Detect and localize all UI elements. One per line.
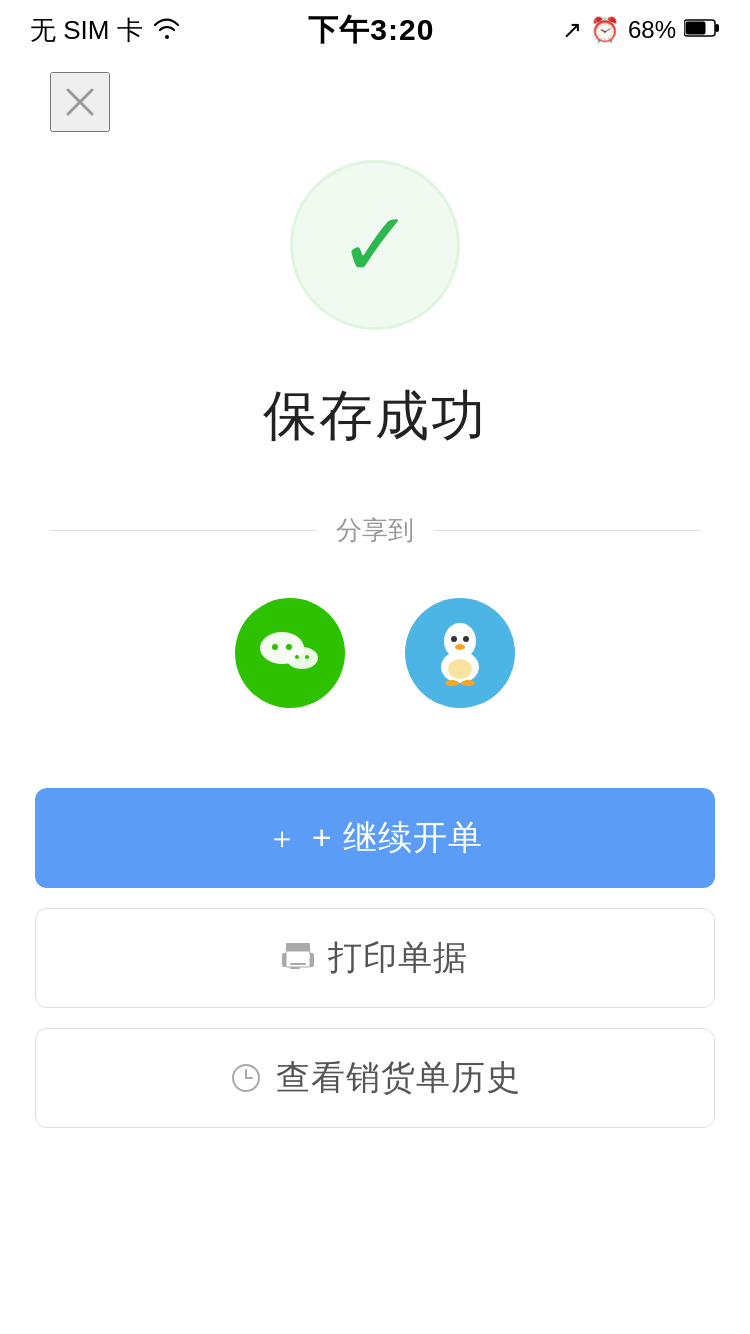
svg-rect-24: [306, 955, 310, 958]
svg-rect-22: [290, 963, 306, 965]
svg-point-9: [295, 655, 299, 659]
svg-rect-2: [715, 24, 719, 32]
battery-text: 68%: [628, 16, 676, 44]
wechat-share-button[interactable]: [235, 598, 345, 708]
close-button[interactable]: [50, 72, 110, 132]
plus-icon: ＋: [267, 818, 298, 859]
battery-icon: [684, 16, 720, 44]
share-label: 分享到: [336, 513, 414, 548]
svg-point-13: [451, 636, 457, 642]
svg-point-15: [455, 644, 465, 650]
no-sim-text: 无 SIM 卡: [30, 13, 143, 48]
alarm-icon: ⏰: [590, 16, 620, 44]
print-label: 打印单据: [328, 935, 468, 981]
history-label: 查看销货单历史: [276, 1055, 521, 1101]
svg-point-14: [463, 636, 469, 642]
qq-share-button[interactable]: [405, 598, 515, 708]
share-icons: [235, 598, 515, 708]
wifi-icon: [153, 15, 181, 46]
divider-right: [434, 530, 700, 531]
svg-point-18: [461, 680, 475, 686]
svg-point-17: [445, 680, 459, 686]
history-icon: [230, 1062, 262, 1094]
success-title: 保存成功: [263, 380, 487, 453]
action-buttons: ＋ + 继续开单 打印单据: [35, 788, 715, 1128]
divider-left: [50, 530, 316, 531]
svg-point-7: [272, 644, 278, 650]
history-button[interactable]: 查看销货单历史: [35, 1028, 715, 1128]
svg-rect-1: [685, 22, 705, 35]
success-circle: ✓: [290, 160, 460, 330]
checkmark-icon: ✓: [338, 200, 413, 290]
location-icon: ↗: [562, 16, 582, 44]
status-right: ↗ ⏰ 68%: [562, 16, 720, 44]
printer-icon: [282, 943, 314, 973]
svg-point-16: [448, 659, 472, 679]
continue-button[interactable]: ＋ + 继续开单: [35, 788, 715, 888]
share-divider: 分享到: [50, 513, 700, 548]
svg-point-10: [305, 655, 309, 659]
status-bar: 无 SIM 卡 下午3:20 ↗ ⏰ 68%: [0, 0, 750, 60]
svg-point-8: [286, 644, 292, 650]
svg-point-6: [286, 647, 318, 669]
main-content: ✓ 保存成功 分享到: [0, 60, 750, 1128]
status-left: 无 SIM 卡: [30, 13, 181, 48]
status-time: 下午3:20: [308, 10, 434, 51]
print-button[interactable]: 打印单据: [35, 908, 715, 1008]
continue-label: + 继续开单: [312, 815, 483, 861]
svg-rect-23: [290, 967, 300, 969]
